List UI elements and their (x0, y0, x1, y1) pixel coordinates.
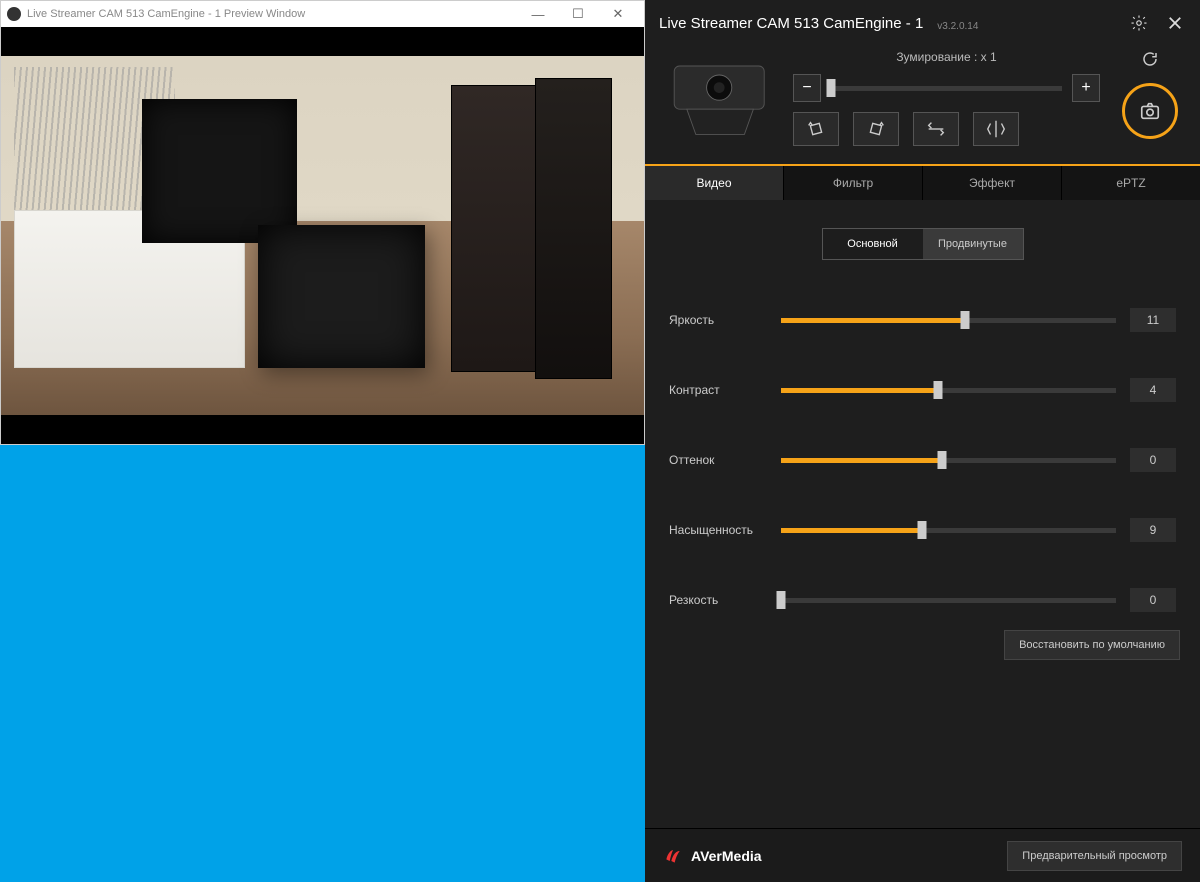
restore-defaults-button[interactable]: Восстановить по умолчанию (1004, 630, 1180, 660)
flip-vertical-button[interactable] (913, 112, 959, 146)
slider-handle[interactable] (961, 311, 970, 329)
camengine-panel: Live Streamer CAM 513 CamEngine - 1 v3.2… (645, 0, 1200, 882)
transform-row (793, 112, 1100, 146)
tab-label: Эффект (969, 176, 1015, 190)
zoom-label-text: Зумирование : (896, 50, 977, 64)
slider-row: Оттенок 0 (669, 448, 1176, 472)
rotate-right-icon (865, 118, 887, 140)
close-button[interactable] (1164, 12, 1186, 34)
segmented-control: Основной Продвинутые (822, 228, 1024, 260)
slider-row: Насыщенность 9 (669, 518, 1176, 542)
slider-track[interactable] (781, 458, 1116, 463)
rotate-left-button[interactable] (793, 112, 839, 146)
tab-label: ePTZ (1116, 176, 1145, 190)
preview-title: Live Streamer CAM 513 CamEngine - 1 Prev… (27, 8, 518, 20)
slider-label: Резкость (669, 593, 767, 607)
camera-icon (1137, 100, 1163, 122)
segment-label: Продвинутые (938, 238, 1007, 250)
rotate-right-button[interactable] (853, 112, 899, 146)
segmented-wrap: Основной Продвинутые (645, 200, 1200, 268)
slider-value[interactable]: 9 (1130, 518, 1176, 542)
slider-value[interactable]: 11 (1130, 308, 1176, 332)
preview-body (1, 27, 644, 444)
slider-label: Насыщенность (669, 523, 767, 537)
slider-value[interactable]: 4 (1130, 378, 1176, 402)
flip-horizontal-button[interactable] (973, 112, 1019, 146)
slider-label: Оттенок (669, 453, 767, 467)
tab-eptz[interactable]: ePTZ (1062, 166, 1200, 200)
refresh-icon (1141, 50, 1159, 68)
slider-track[interactable] (781, 528, 1116, 533)
slider-handle[interactable] (777, 591, 786, 609)
slider-track[interactable] (781, 388, 1116, 393)
zoom-column: Зумирование : x 1 − + (793, 50, 1100, 146)
flip-horizontal-icon (985, 118, 1007, 140)
zoom-in-button[interactable]: + (1072, 74, 1100, 102)
tab-strip: Видео Фильтр Эффект ePTZ (645, 164, 1200, 200)
slider-row: Контраст 4 (669, 378, 1176, 402)
zoom-label: Зумирование : x 1 (793, 50, 1100, 64)
camengine-title: Live Streamer CAM 513 CamEngine - 1 (659, 15, 923, 32)
maximize-button[interactable]: ☐ (558, 6, 598, 22)
slider-handle[interactable] (934, 381, 943, 399)
sliders-area: Яркость 11 Контраст 4 Оттенок 0 Насыщенность 9 Р… (645, 268, 1200, 612)
segment-label: Основной (847, 238, 897, 250)
tab-label: Видео (696, 176, 731, 190)
app-icon (7, 7, 21, 21)
slider-track[interactable] (781, 318, 1116, 323)
capture-column (1114, 50, 1186, 139)
slider-fill (781, 528, 922, 533)
brand: AVerMedia (663, 846, 762, 866)
restore-row: Восстановить по умолчанию (645, 612, 1200, 678)
preview-window: Live Streamer CAM 513 CamEngine - 1 Prev… (0, 0, 645, 445)
slider-fill (781, 388, 938, 393)
segment-basic[interactable]: Основной (823, 229, 923, 259)
tab-video[interactable]: Видео (645, 166, 784, 200)
minimize-button[interactable]: — (518, 7, 558, 22)
zoom-slider-row: − + (793, 74, 1100, 102)
flip-vertical-icon (925, 118, 947, 140)
slider-fill (781, 318, 965, 323)
zoom-handle[interactable] (827, 79, 836, 97)
slider-row: Резкость 0 (669, 588, 1176, 612)
webcam-icon (666, 57, 776, 147)
settings-button[interactable] (1128, 12, 1150, 34)
slider-handle[interactable] (917, 521, 926, 539)
zoom-value: x 1 (981, 50, 997, 64)
slider-label: Контраст (669, 383, 767, 397)
preview-button[interactable]: Предварительный просмотр (1007, 841, 1182, 871)
tab-filter[interactable]: Фильтр (784, 166, 923, 200)
zoom-slider[interactable] (831, 86, 1062, 91)
tab-effect[interactable]: Эффект (923, 166, 1062, 200)
device-thumbnail (663, 50, 779, 154)
brand-name: AVerMedia (691, 848, 762, 864)
tab-label: Фильтр (833, 176, 873, 190)
top-controls: Зумирование : x 1 − + (645, 46, 1200, 164)
slider-track[interactable] (781, 598, 1116, 603)
slider-label: Яркость (669, 313, 767, 327)
slider-value[interactable]: 0 (1130, 588, 1176, 612)
avermedia-logo-icon (663, 846, 683, 866)
footer: AVerMedia Предварительный просмотр (645, 828, 1200, 882)
close-button[interactable]: ✕ (598, 6, 638, 22)
rotate-left-icon (805, 118, 827, 140)
gear-icon (1130, 14, 1148, 32)
preview-titlebar: Live Streamer CAM 513 CamEngine - 1 Prev… (1, 1, 644, 27)
button-label: Восстановить по умолчанию (1019, 639, 1165, 651)
slider-handle[interactable] (937, 451, 946, 469)
segment-advanced[interactable]: Продвинутые (923, 229, 1023, 259)
version-label: v3.2.0.14 (937, 21, 978, 32)
camengine-titlebar: Live Streamer CAM 513 CamEngine - 1 v3.2… (645, 0, 1200, 46)
slider-row: Яркость 11 (669, 308, 1176, 332)
slider-value[interactable]: 0 (1130, 448, 1176, 472)
snapshot-button[interactable] (1122, 83, 1178, 139)
button-label: Предварительный просмотр (1022, 850, 1167, 862)
close-icon (1166, 14, 1184, 32)
refresh-button[interactable] (1141, 50, 1159, 73)
slider-fill (781, 458, 942, 463)
camera-feed (1, 56, 644, 415)
zoom-out-button[interactable]: − (793, 74, 821, 102)
